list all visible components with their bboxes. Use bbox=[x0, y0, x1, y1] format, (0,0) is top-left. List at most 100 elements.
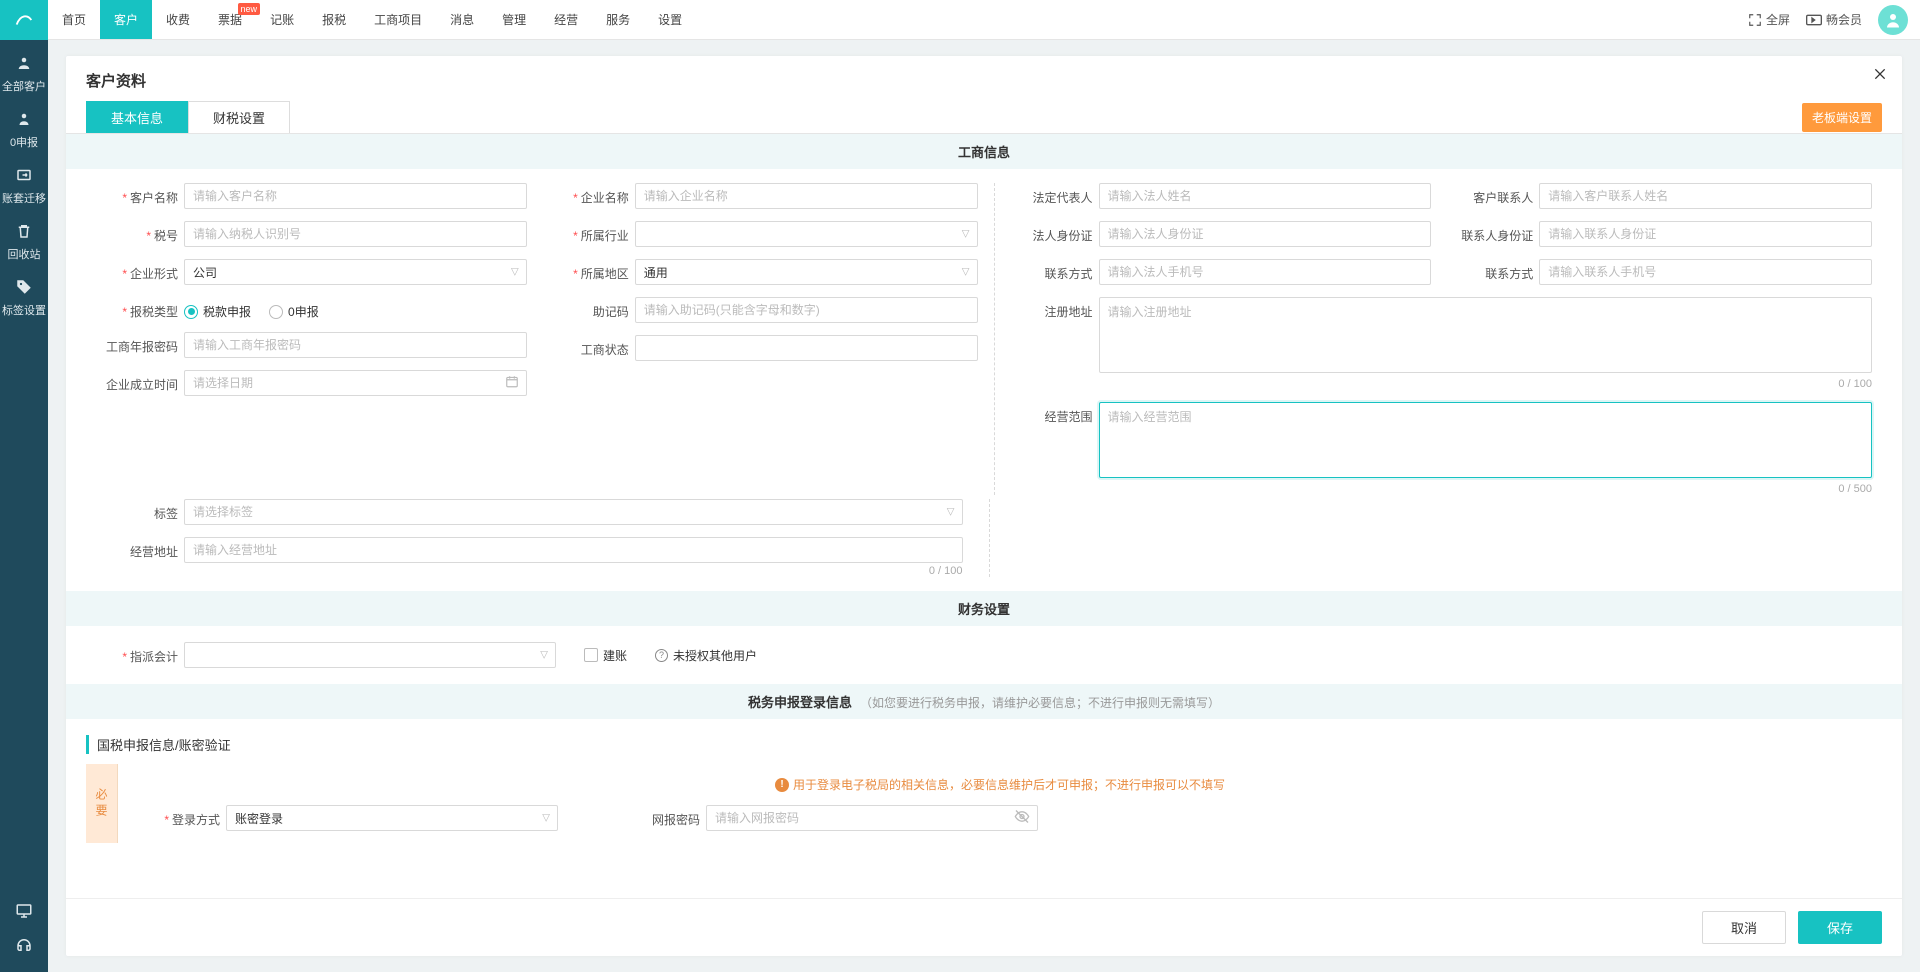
label-region: 所属地区 bbox=[547, 259, 629, 282]
modal-body-scroll[interactable]: 工商信息 客户名称 税号 企业形式▽ 报税类型 税款申报 0申报 工商年报密码 bbox=[66, 133, 1902, 898]
input-legal-id[interactable] bbox=[1099, 221, 1432, 247]
tab-tax-settings[interactable]: 财税设置 bbox=[188, 101, 290, 133]
count-reg-addr: 0 / 100 bbox=[1099, 378, 1873, 390]
sidebar-item-0[interactable]: 全部客户 bbox=[2, 46, 46, 102]
radio-zero-declare[interactable]: 0申报 bbox=[269, 303, 319, 320]
input-contact-phone[interactable] bbox=[1539, 259, 1872, 285]
sidebar-bottom-monitor[interactable] bbox=[0, 894, 48, 928]
input-web-pwd[interactable] bbox=[706, 805, 1038, 831]
topnav-item-7[interactable]: 消息 bbox=[436, 0, 488, 39]
topbar: 首页客户收费票据new记账报税工商项目消息管理经营服务设置 全屏 畅会员 bbox=[0, 0, 1920, 40]
topnav-item-0[interactable]: 首页 bbox=[48, 0, 100, 39]
section-tax-title: 税务申报登录信息 bbox=[748, 695, 852, 710]
topnav-item-5[interactable]: 报税 bbox=[308, 0, 360, 39]
tab-basic-info[interactable]: 基本信息 bbox=[86, 101, 188, 133]
input-cust-contact[interactable] bbox=[1539, 183, 1872, 209]
label-industry: 所属行业 bbox=[547, 221, 629, 244]
sidebar-bottom-support[interactable] bbox=[0, 928, 48, 962]
sidebar-item-4[interactable]: 标签设置 bbox=[2, 270, 46, 326]
label-biz-status: 工商状态 bbox=[547, 335, 629, 358]
info-icon: ? bbox=[655, 649, 668, 662]
topnav-item-4[interactable]: 记账 bbox=[256, 0, 308, 39]
label-tax-no: 税号 bbox=[96, 221, 178, 244]
textarea-reg-addr[interactable] bbox=[1099, 297, 1873, 373]
cancel-button[interactable]: 取消 bbox=[1702, 911, 1786, 944]
calendar-icon bbox=[505, 375, 519, 392]
select-tags[interactable] bbox=[184, 499, 963, 525]
topnav-item-11[interactable]: 设置 bbox=[644, 0, 696, 39]
label-legal-phone: 联系方式 bbox=[1011, 259, 1093, 282]
radio-zero-declare-label: 0申报 bbox=[288, 303, 319, 320]
no-auth-label: 未授权其他用户 bbox=[673, 647, 757, 664]
count-biz-addr: 0 / 100 bbox=[184, 565, 963, 577]
label-reg-addr: 注册地址 bbox=[1011, 297, 1093, 320]
radio-tax-declare[interactable]: 税款申报 bbox=[184, 303, 251, 320]
sidebar-item-label: 回收站 bbox=[8, 246, 41, 262]
avatar-icon bbox=[1884, 11, 1902, 29]
select-ent-form[interactable] bbox=[184, 259, 527, 285]
sidebar-item-1[interactable]: 0申报 bbox=[2, 102, 46, 158]
label-cust-name: 客户名称 bbox=[96, 183, 178, 206]
checkbox-create-book-label: 建账 bbox=[603, 647, 627, 664]
select-region[interactable] bbox=[635, 259, 978, 285]
topnav-item-9[interactable]: 经营 bbox=[540, 0, 592, 39]
input-legal[interactable] bbox=[1099, 183, 1432, 209]
textarea-biz-scope[interactable] bbox=[1099, 402, 1873, 478]
input-biz-addr[interactable] bbox=[184, 537, 963, 563]
label-assign-acct: 指派会计 bbox=[96, 642, 178, 665]
select-assign-acct[interactable] bbox=[184, 642, 556, 668]
topnav-item-2[interactable]: 收费 bbox=[152, 0, 204, 39]
eye-off-icon[interactable] bbox=[1014, 809, 1030, 828]
users-icon bbox=[15, 54, 33, 75]
select-industry[interactable] bbox=[635, 221, 978, 247]
input-mnemonic[interactable] bbox=[635, 297, 978, 323]
user-icon bbox=[15, 110, 33, 131]
app-logo[interactable] bbox=[0, 0, 48, 40]
input-ent-name[interactable] bbox=[635, 183, 978, 209]
input-biz-status[interactable] bbox=[635, 335, 978, 361]
tax-hint: !用于登录电子税局的相关信息，必要信息维护后才可申报；不进行申报可以不填写 bbox=[138, 776, 1862, 793]
label-cust-contact: 客户联系人 bbox=[1451, 183, 1533, 206]
sidebar-item-label: 标签设置 bbox=[2, 302, 46, 318]
migrate-icon bbox=[15, 166, 33, 187]
label-web-pwd: 网报密码 bbox=[618, 805, 700, 828]
input-est-date[interactable] bbox=[184, 370, 527, 396]
label-contact-id: 联系人身份证 bbox=[1451, 221, 1533, 244]
label-tax-type: 报税类型 bbox=[96, 297, 178, 320]
sidebar-item-3[interactable]: 回收站 bbox=[2, 214, 46, 270]
input-annual-pwd[interactable] bbox=[184, 332, 527, 358]
close-icon bbox=[1872, 66, 1888, 82]
vip-button[interactable]: 畅会员 bbox=[1806, 11, 1862, 28]
label-ent-name: 企业名称 bbox=[547, 183, 629, 206]
avatar[interactable] bbox=[1878, 5, 1908, 35]
label-est-date: 企业成立时间 bbox=[96, 370, 178, 393]
select-login-method[interactable] bbox=[226, 805, 558, 831]
checkbox-create-book[interactable]: 建账 bbox=[584, 647, 627, 664]
label-ent-form: 企业形式 bbox=[96, 259, 178, 282]
input-cust-name[interactable] bbox=[184, 183, 527, 209]
input-tax-no[interactable] bbox=[184, 221, 527, 247]
required-tag: 必要 bbox=[86, 764, 118, 843]
monitor-icon bbox=[15, 902, 33, 920]
input-legal-phone[interactable] bbox=[1099, 259, 1432, 285]
sidebar-item-2[interactable]: 账套迁移 bbox=[2, 158, 46, 214]
input-contact-id[interactable] bbox=[1539, 221, 1872, 247]
count-biz-scope: 0 / 500 bbox=[1099, 483, 1873, 495]
boss-settings-button[interactable]: 老板端设置 bbox=[1802, 103, 1882, 132]
label-tags: 标签 bbox=[96, 499, 178, 522]
topnav-item-8[interactable]: 管理 bbox=[488, 0, 540, 39]
info-no-auth[interactable]: ? 未授权其他用户 bbox=[655, 647, 757, 664]
topnav-item-1[interactable]: 客户 bbox=[100, 0, 152, 39]
topnav-item-6[interactable]: 工商项目 bbox=[360, 0, 436, 39]
warning-icon: ! bbox=[775, 778, 789, 792]
fullscreen-label: 全屏 bbox=[1766, 11, 1790, 28]
customer-modal: 客户资料 基本信息 财税设置 老板端设置 工商信息 客户名称 bbox=[66, 56, 1902, 956]
tag-icon bbox=[15, 278, 33, 299]
topnav-item-3[interactable]: 票据new bbox=[204, 0, 256, 39]
topnav-item-10[interactable]: 服务 bbox=[592, 0, 644, 39]
fullscreen-button[interactable]: 全屏 bbox=[1748, 11, 1790, 28]
save-button[interactable]: 保存 bbox=[1798, 911, 1882, 944]
modal-close-button[interactable] bbox=[1872, 66, 1888, 87]
label-login-method: 登录方式 bbox=[138, 805, 220, 828]
vip-label: 畅会员 bbox=[1826, 11, 1862, 28]
